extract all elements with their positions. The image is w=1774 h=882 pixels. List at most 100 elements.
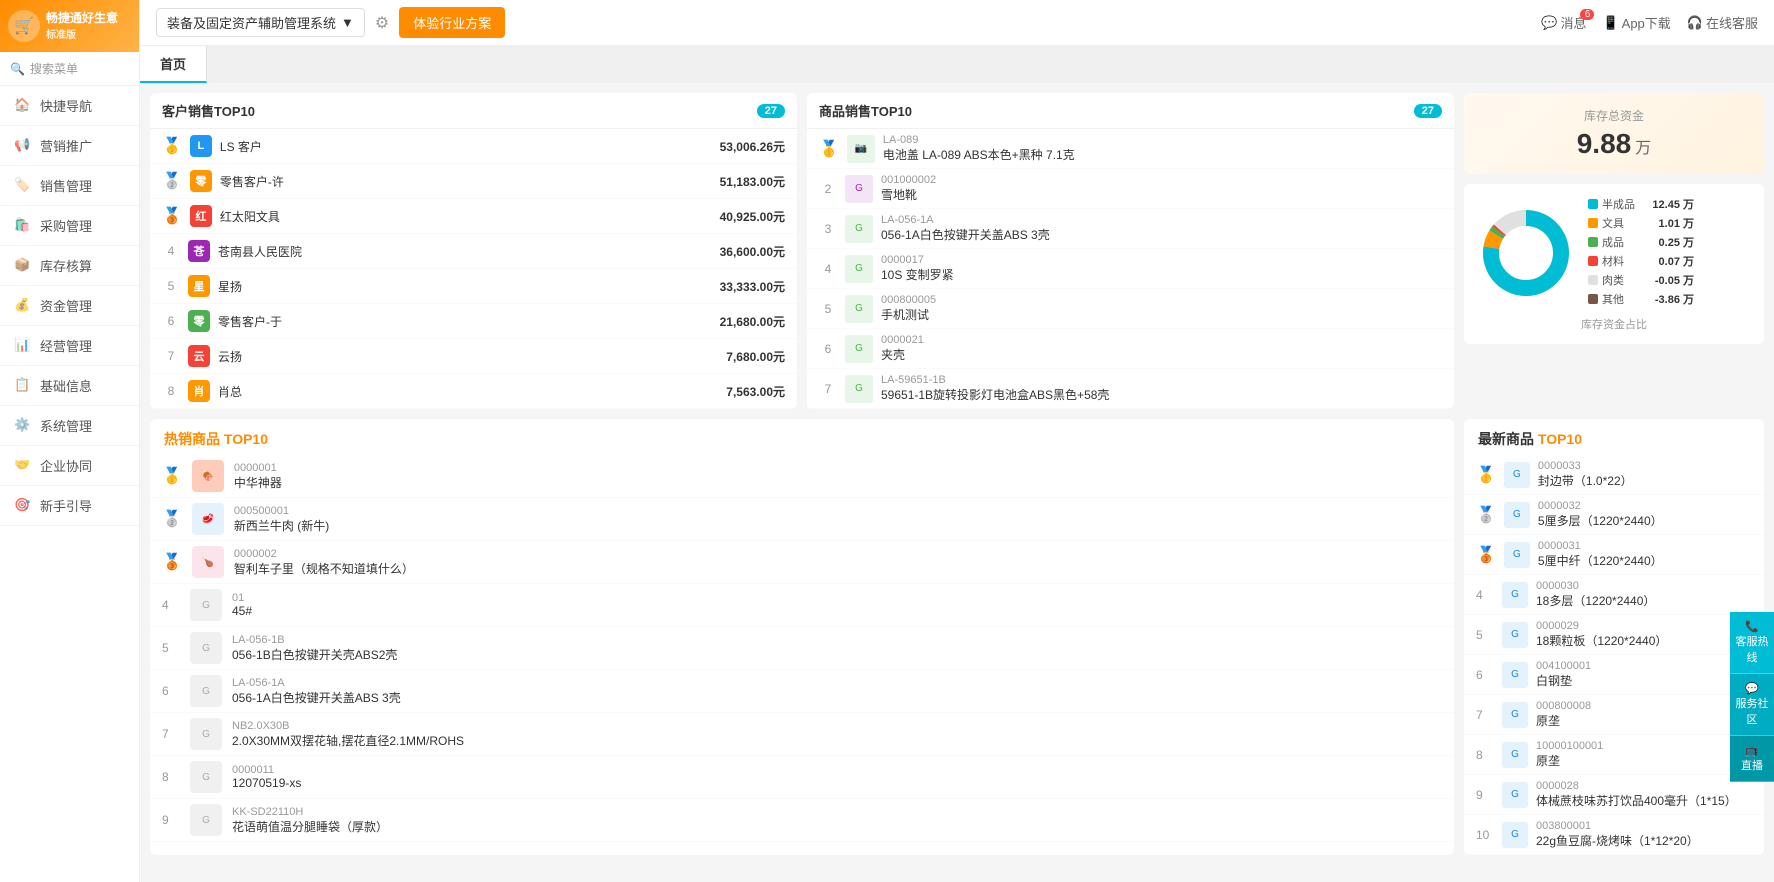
newest-img-8: G (1502, 742, 1528, 768)
p-code-2: 001000002 (881, 174, 936, 186)
system-selector[interactable]: 装备及固定资产辅助管理系统 ▼ (156, 8, 365, 37)
hot-name-7: 2.0X30MM双摆花轴,摆花直径2.1MM/ROHS (232, 732, 464, 749)
float-btn-live[interactable]: 📺 直播 (1730, 736, 1774, 782)
newest-img-5: G (1502, 622, 1528, 648)
sidebar-item-system[interactable]: ⚙️ 系统管理 (0, 406, 139, 446)
customer-rank-6: 6 零 零售客户-于 21,680.00元 (150, 304, 797, 339)
hot-code-7: NB2.0X30B (232, 720, 464, 732)
phone-icon: 📱 (1602, 15, 1618, 31)
product-rank-4: 4 G 0000017 10S 变制罗紧 (807, 249, 1454, 289)
legend-label-chenpin: 成品 (1602, 234, 1635, 250)
newest-img-9: G (1502, 782, 1528, 808)
float-label-service: 客服热线 (1734, 633, 1770, 665)
newest-name-7: 原垄 (1536, 712, 1591, 729)
legend-roulei: 肉类 -0.05 万 (1588, 272, 1694, 288)
hot-rank-7: 7 (162, 727, 180, 741)
p-code-3: LA-056-1A (881, 214, 1050, 226)
app-download[interactable]: 📱 App下载 (1602, 13, 1670, 32)
topbar: 装备及固定资产辅助管理系统 ▼ ⚙ 体验行业方案 💬 消息 6 📱 App下载 … (140, 0, 1774, 46)
customer-name-6: 零售客户-于 (218, 313, 712, 330)
newest-code-2: 0000032 (1538, 500, 1663, 512)
newest-item-5: 5 G 0000029 18颗粒板（1220*2440） (1464, 615, 1764, 655)
hot-name-3: 智利车子里（规格不知道填什么） (234, 560, 414, 577)
system-selector-label: 装备及固定资产辅助管理系统 (167, 13, 336, 32)
service-label: 在线客服 (1706, 13, 1758, 32)
hot-name-9: 花语萌值温分腿睡袋（厚款） (232, 818, 388, 835)
community-icon: 💬 (1745, 683, 1759, 695)
message-icon: 💬 (1541, 15, 1557, 31)
sidebar-item-quick-nav[interactable]: 🏠 快捷导航 (0, 86, 139, 126)
badge-L: L (190, 135, 212, 157)
dropdown-icon: ▼ (341, 15, 354, 30)
legend-color-roulei (1588, 275, 1598, 285)
sidebar-item-operations[interactable]: 📊 经营管理 (0, 326, 139, 366)
system-icon: ⚙️ (14, 417, 32, 435)
newest-img-4: G (1502, 582, 1528, 608)
newest-medal-2: 🥈 (1476, 505, 1496, 525)
legend-val-roulei: -0.05 万 (1639, 272, 1694, 288)
logo-title: 畅捷通好生意 (46, 11, 118, 25)
hot-img-4: G (190, 589, 222, 621)
trial-button[interactable]: 体验行业方案 (399, 7, 505, 38)
service-hotline-icon: 📞 (1745, 621, 1759, 633)
legend-color-banchenpin (1588, 199, 1598, 209)
service-link[interactable]: 🎧 在线客服 (1687, 13, 1758, 32)
sidebar-logo: 🛒 畅捷通好生意 标准版 (0, 0, 139, 52)
message-badge[interactable]: 💬 消息 6 (1541, 13, 1586, 32)
p-name-3: 056-1A白色按键开关盖ABS 3壳 (881, 226, 1050, 243)
legend-color-chenpin (1588, 237, 1598, 247)
customer-value-5: 33,333.00元 (720, 278, 785, 295)
hot-code-5: LA-056-1B (232, 634, 397, 646)
product-rank-7: 7 G LA-59651-1B 59651-1B旋转投影灯电池盒ABS黑色+58… (807, 369, 1454, 409)
sidebar-item-guide[interactable]: 🎯 新手引导 (0, 486, 139, 526)
p-img-3: G (845, 215, 873, 243)
newest-rank-7: 7 (1476, 708, 1494, 722)
tab-home[interactable]: 首页 (140, 46, 207, 83)
product-rank-1: 🥇 📷 LA-089 电池盖 LA-089 ABS本色+黑种 7.1克 (807, 129, 1454, 169)
p-img-5: G (845, 295, 873, 323)
legend-val-other: -3.86 万 (1639, 291, 1694, 307)
app-label: App下载 (1622, 13, 1671, 32)
hot-img-2: 🥩 (192, 503, 224, 535)
p-code-5: 000800005 (881, 294, 936, 306)
customer-rank-7: 7 云 云扬 7,680.00元 (150, 339, 797, 374)
content-scroll: 客户销售TOP10 27 🥇 L LS 客户 53,006.26元 🥈 零 零售… (140, 83, 1774, 882)
sidebar-item-inventory[interactable]: 📦 库存核算 (0, 246, 139, 286)
product-card-header: 商品销售TOP10 27 (807, 93, 1454, 129)
medal-3: 🥉 (162, 206, 182, 226)
float-btn-service[interactable]: 📞 客服热线 (1730, 612, 1774, 674)
bottom-row: 热销商品 TOP10 🥇 🍖 0000001 中华神器 🥈 🥩 (150, 419, 1764, 855)
search-menu[interactable]: 🔍 搜索菜单 (0, 52, 139, 86)
live-icon: 📺 (1745, 745, 1759, 757)
sidebar-item-sales[interactable]: 🏷️ 销售管理 (0, 166, 139, 206)
customer-rank-4: 4 苍 苍南县人民医院 36,600.00元 (150, 234, 797, 269)
hot-medal-2: 🥈 (162, 509, 182, 529)
hot-header: 热销商品 TOP10 (150, 419, 1454, 455)
guide-icon: 🎯 (14, 497, 32, 515)
headset-icon: 🎧 (1687, 15, 1703, 31)
donut-container: 半成品 12.45 万 文具 1.01 万 (1476, 196, 1752, 310)
sidebar-item-enterprise[interactable]: 🤝 企业协同 (0, 446, 139, 486)
gear-icon[interactable]: ⚙ (375, 13, 389, 33)
sidebar-item-marketing[interactable]: 📢 营销推广 (0, 126, 139, 166)
newest-name-8: 原垄 (1536, 752, 1603, 769)
sidebar-item-basic[interactable]: 📋 基础信息 (0, 366, 139, 406)
inventory-value: 9.88 (1577, 128, 1632, 160)
logo-subtitle: 标准版 (46, 26, 118, 41)
nav-label-purchase: 采购管理 (40, 216, 92, 235)
customer-rank-8: 8 肖 肖总 7,563.00元 (150, 374, 797, 409)
p-code-7: LA-59651-1B (881, 374, 1109, 386)
sidebar-item-purchase[interactable]: 🛍️ 采购管理 (0, 206, 139, 246)
hot-name-2: 新西兰牛肉 (新牛) (234, 517, 329, 534)
sidebar-item-finance[interactable]: 💰 资金管理 (0, 286, 139, 326)
topbar-right: 💬 消息 6 📱 App下载 🎧 在线客服 (1541, 13, 1758, 32)
hot-name-6: 056-1A白色按键开关盖ABS 3壳 (232, 689, 401, 706)
legend-label-banchenpin: 半成品 (1602, 196, 1635, 212)
float-btn-community[interactable]: 💬 服务社区 (1730, 674, 1774, 736)
content: 客户销售TOP10 27 🥇 L LS 客户 53,006.26元 🥈 零 零售… (140, 83, 1774, 882)
donut-chart (1476, 203, 1576, 303)
newest-item-7: 7 G 000800008 原垄 (1464, 695, 1764, 735)
rank-num-8: 8 (162, 384, 180, 398)
hot-rank-4: 4 (162, 598, 180, 612)
finance-icon: 💰 (14, 297, 32, 315)
